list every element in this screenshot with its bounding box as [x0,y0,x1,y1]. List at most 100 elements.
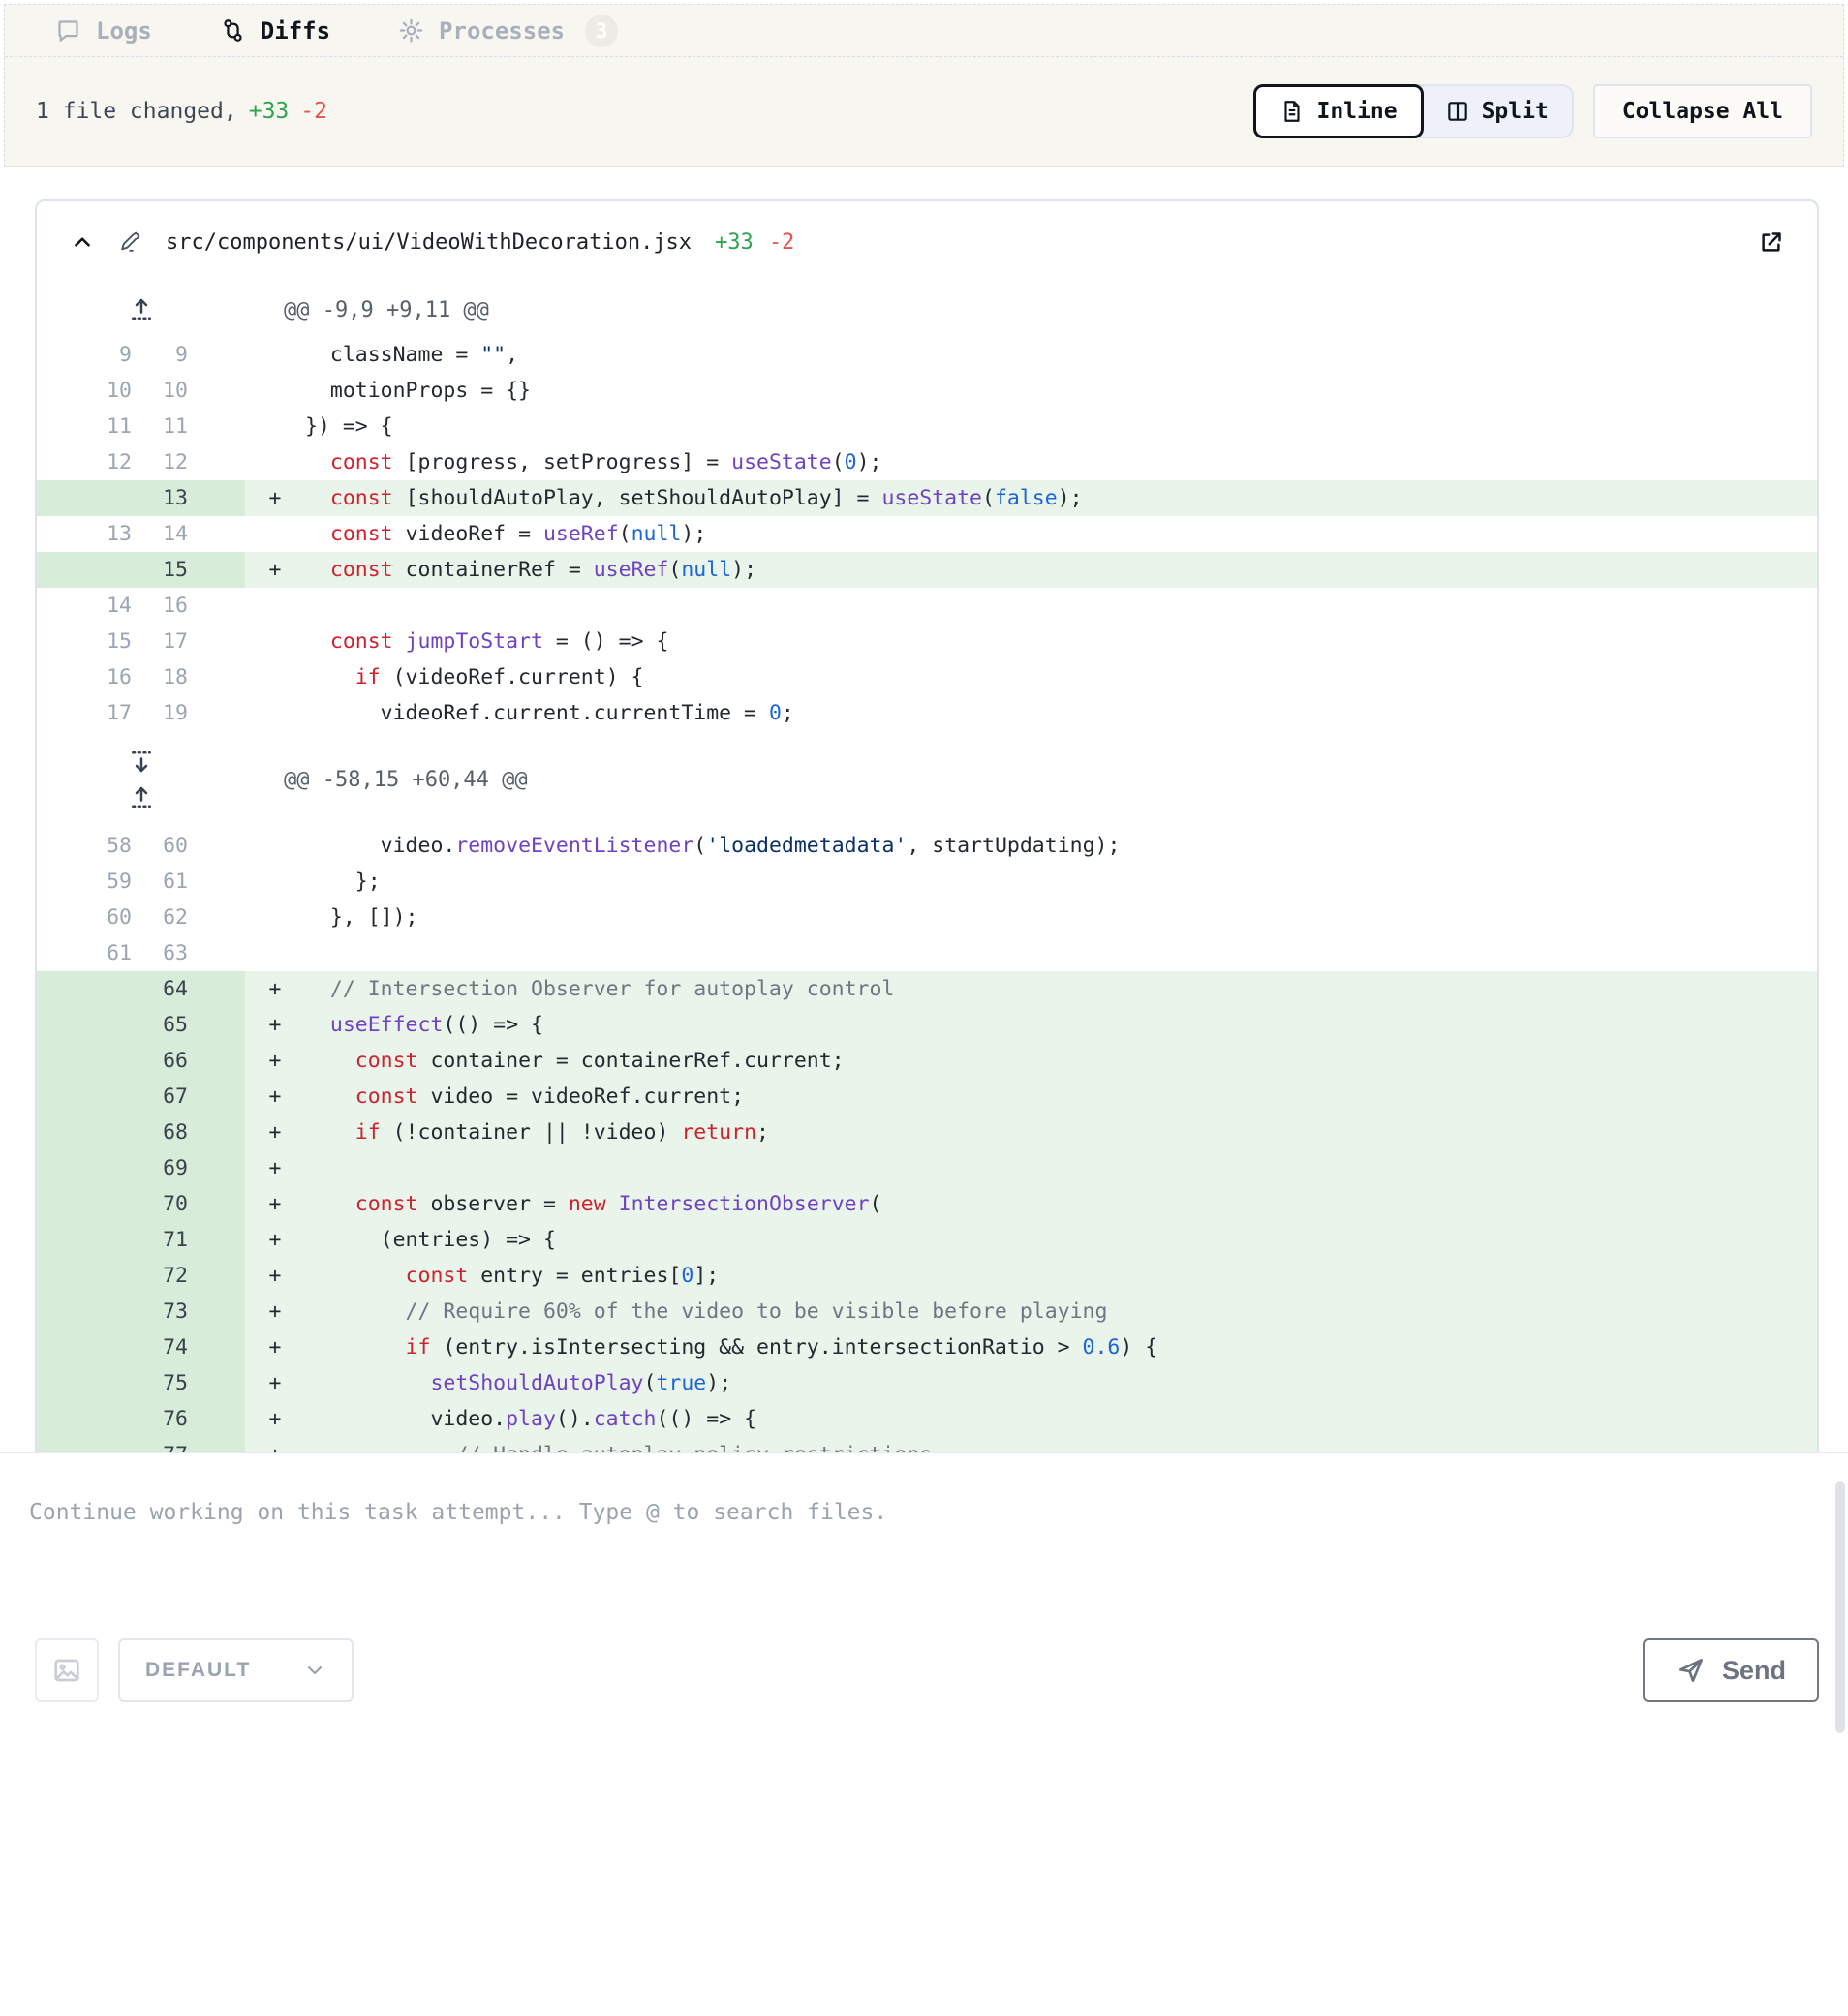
old-line-number [37,1150,132,1186]
code-text: className = "", [305,343,519,367]
send-button[interactable]: Send [1642,1638,1819,1702]
new-line-number: 65 [163,1013,188,1037]
new-line-number: 68 [163,1120,188,1145]
old-line-number: 17 [107,701,132,725]
old-line-number: 9 [119,343,132,367]
hunk-header-text: @@ -58,15 +60,44 @@ [284,767,528,792]
old-line-number [37,1258,132,1294]
diff-marker: + [268,1264,282,1288]
old-line-number [37,1329,132,1365]
split-view-icon [1447,102,1467,121]
edit-file-icon [121,231,140,252]
diff-marker [245,900,305,935]
old-line-number: 59 [107,870,132,894]
diff-line: 59 61 }; [37,864,1817,900]
model-selector[interactable]: DEFAULT [118,1638,354,1702]
diff-marker: + [268,558,282,582]
diff-line: 75 + setShouldAutoPlay(true); [37,1365,1817,1401]
inline-label: Inline [1316,99,1398,124]
new-line-number: 11 [163,414,188,439]
diff-line: 14 16 [37,588,1817,624]
scrollbar-thumb[interactable] [1835,1481,1845,1733]
git-compare-icon [224,19,242,42]
split-view-button[interactable]: Split [1422,86,1572,137]
gear-icon [399,18,423,43]
expand-down-icon[interactable] [127,747,156,776]
expand-up-icon[interactable] [127,295,156,324]
chat-bubble-icon [58,20,78,42]
old-line-number [37,1007,132,1043]
split-label: Split [1481,99,1549,124]
diff-line: 71 + (entries) => { [37,1222,1817,1258]
old-line-number: 12 [107,450,132,474]
diff-marker: + [268,1192,282,1216]
expand-up-icon[interactable] [127,783,156,812]
inline-view-button[interactable]: Inline [1253,84,1424,138]
diff-marker: + [268,1407,282,1431]
tab-processes-label: Processes [439,16,566,45]
diff-line: 70 + const observer = new IntersectionObs… [37,1186,1817,1222]
diff-line: 60 62 }, []); [37,900,1817,935]
open-external-icon[interactable] [1758,229,1784,256]
code-text: const videoRef = useRef(null); [329,522,707,546]
diff-marker: + [268,1299,282,1324]
diff-line: 13 + const [shouldAutoPlay, setShouldAuto… [37,480,1817,516]
file-deletions: -2 [768,229,795,255]
diff-marker [245,409,305,444]
old-line-number [37,1043,132,1079]
code-text: const container = containerRef.current; [354,1049,845,1073]
composer-controls: DEFAULT Send [35,1638,1819,1702]
code-text: // Intersection Observer for autoplay co… [305,977,895,1001]
old-line-number [37,1115,132,1150]
code-text: videoRef.current.currentTime = 0; [305,701,794,725]
new-line-number: 75 [163,1371,188,1395]
new-line-number: 72 [163,1264,188,1288]
collapse-file-icon[interactable] [70,229,95,255]
diff-marker [245,444,305,480]
attach-image-button[interactable] [35,1638,99,1702]
prompt-input[interactable] [29,1500,1482,1558]
diff-marker: + [268,1371,282,1395]
new-line-number: 18 [163,665,188,689]
file-additions: +33 [715,229,754,255]
new-line-number: 66 [163,1049,188,1073]
diff-marker: + [268,486,282,510]
diff-marker: + [268,1335,282,1359]
file-text-icon [1284,101,1301,122]
new-line-number: 12 [163,450,188,474]
diff-marker [245,373,305,409]
code-text: useEffect(() => { [329,1013,543,1037]
old-line-number: 58 [107,834,132,858]
code-text: video.play().catch(() => { [305,1407,757,1431]
diff-line: 64 + // Intersection Observer for autopla… [37,971,1817,1007]
old-line-number [37,1401,132,1437]
tab-logs[interactable]: Logs [55,17,152,45]
tab-diffs[interactable]: Diffs [220,17,330,45]
new-line-number: 71 [163,1228,188,1252]
chevron-down-icon [308,1665,323,1675]
code-text: }, []); [305,905,418,930]
tab-processes[interactable]: Processes 3 [398,14,619,47]
diff-line: 15 17 const jumpToStart = () => { [37,624,1817,659]
diff-line: 12 12 const [progress, setProgress] = use… [37,444,1817,480]
new-line-number: 70 [163,1192,188,1216]
code-text: const containerRef = useRef(null); [329,558,757,582]
new-line-number: 69 [163,1156,188,1180]
collapse-all-button[interactable]: Collapse All [1592,84,1812,138]
old-line-number [37,1294,132,1329]
code-text: video.removeEventListener('loadedmetadat… [305,834,1121,858]
tab-bar: Logs Diffs Processes 3 [5,5,1843,57]
new-line-number: 13 [163,486,188,510]
new-line-number: 19 [163,701,188,725]
old-line-number [37,552,132,588]
diff-line: 68 + if (!container || !video) return; [37,1115,1817,1150]
diff-line: 9 9 className = "", [37,337,1817,373]
new-line-number: 60 [163,834,188,858]
diff-line: 65 + useEffect(() => { [37,1007,1817,1043]
diff-marker: + [268,977,282,1001]
old-line-number [37,1079,132,1115]
diff-marker: + [268,1120,282,1145]
